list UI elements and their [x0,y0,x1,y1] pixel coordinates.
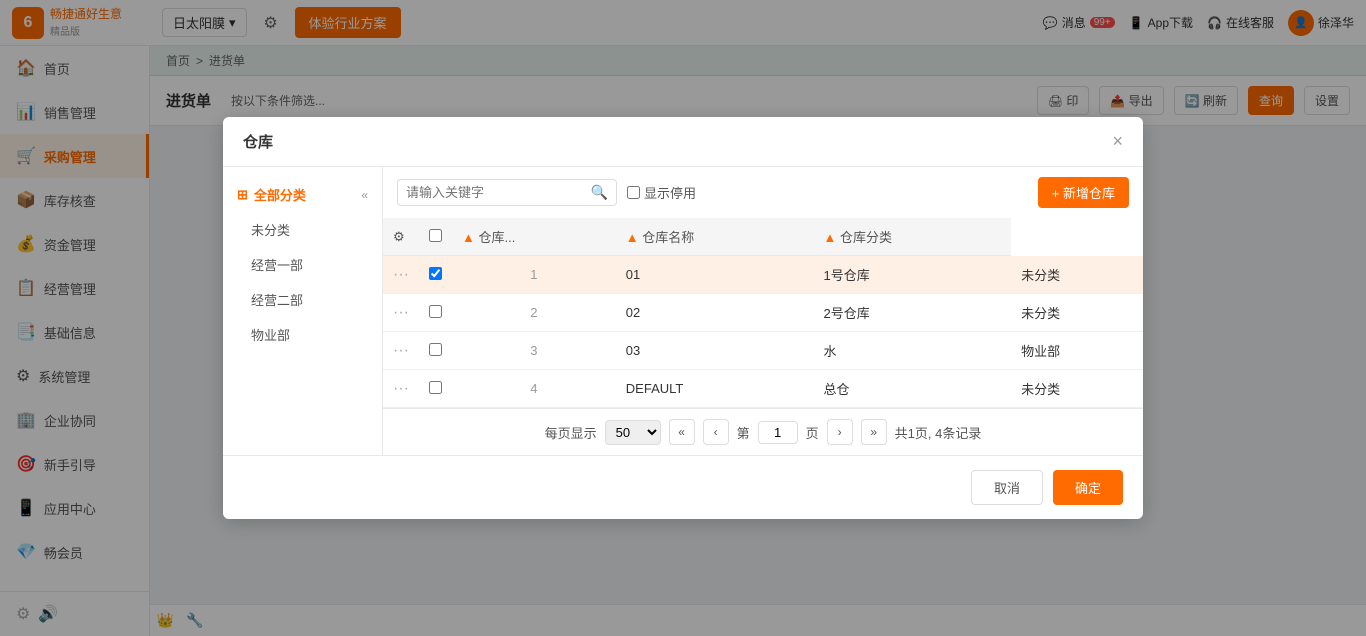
warehouse-modal: 仓库 × ⊞ 全部分类 « 未分类 经营一部 经营二部 物业部 [223,117,1143,519]
warehouse-table: ⚙ ▲ 仓库... ▲ 仓库名称 [383,218,1143,408]
row-num-3: 4 [452,370,616,408]
row-check-0 [419,256,452,294]
row-checkbox-0[interactable] [429,267,442,280]
more-icon-0[interactable]: ··· [393,266,409,283]
category-item-dept1[interactable]: 经营一部 [223,247,382,282]
add-warehouse-button[interactable]: + 新增仓库 [1038,177,1129,208]
category-header: ⊞ 全部分类 « [223,177,382,212]
more-icon-3[interactable]: ··· [393,380,409,397]
category-item-property[interactable]: 物业部 [223,317,382,352]
row-num-0: 1 [452,256,616,294]
row-checkbox-1[interactable] [429,305,442,318]
modal-overlay: 仓库 × ⊞ 全部分类 « 未分类 经营一部 经营二部 物业部 [0,0,1366,636]
row-category-0: 未分类 [1011,256,1143,294]
per-page-label: 每页显示 [545,423,597,442]
page-suffix: 页 [806,423,819,442]
row-checkbox-2[interactable] [429,343,442,356]
sort-icon-category: ▲ [823,230,836,245]
select-all-checkbox[interactable] [429,229,442,242]
category-all[interactable]: ⊞ 全部分类 [237,185,306,204]
modal-close-button[interactable]: × [1112,131,1123,152]
sort-icon-name: ▲ [626,230,639,245]
search-input[interactable] [406,185,591,200]
table-header-row: ⚙ ▲ 仓库... ▲ 仓库名称 [383,218,1143,256]
table-row[interactable]: ··· 1 01 1号仓库 未分类 [383,256,1143,294]
row-check-1 [419,294,452,332]
row-code-1: 02 [616,294,814,332]
search-icon[interactable]: 🔍 [591,184,608,201]
row-category-2: 物业部 [1011,332,1143,370]
row-check-2 [419,332,452,370]
show-disabled-label: 显示停用 [627,183,696,202]
col-header-name: ▲ 仓库名称 [616,218,814,256]
row-settings-0: ··· [383,256,419,294]
row-category-3: 未分类 [1011,370,1143,408]
table-scroll: ⚙ ▲ 仓库... ▲ 仓库名称 [383,218,1143,408]
category-all-icon: ⊞ [237,187,248,203]
modal-footer: 取消 确定 [223,455,1143,519]
table-toolbar: 🔍 显示停用 + 新增仓库 [383,167,1143,218]
prev-page-button[interactable]: ‹ [703,419,729,445]
row-code-0: 01 [616,256,814,294]
row-settings-1: ··· [383,294,419,332]
col-header-check [419,218,452,256]
row-name-2: 水 [813,332,1011,370]
table-panel: 🔍 显示停用 + 新增仓库 ⚙ [383,167,1143,455]
row-code-3: DEFAULT [616,370,814,408]
sort-icon-code: ▲ [462,230,475,245]
collapse-button[interactable]: « [361,188,368,202]
more-icon-2[interactable]: ··· [393,342,409,359]
search-box: 🔍 [397,179,617,206]
page-number-input[interactable] [758,421,798,444]
row-checkbox-3[interactable] [429,381,442,394]
confirm-button[interactable]: 确定 [1053,470,1123,505]
category-item-dept2[interactable]: 经营二部 [223,282,382,317]
row-code-2: 03 [616,332,814,370]
category-item-unclassified[interactable]: 未分类 [223,212,382,247]
row-check-3 [419,370,452,408]
next-page-button[interactable]: › [827,419,853,445]
row-settings-2: ··· [383,332,419,370]
total-info: 共1页, 4条记录 [895,423,982,442]
more-icon-1[interactable]: ··· [393,304,409,321]
show-disabled-checkbox[interactable] [627,186,640,199]
per-page-select[interactable]: 50 20 100 [605,420,661,445]
col-header-settings: ⚙ [383,218,419,256]
category-all-label: 全部分类 [254,185,306,204]
row-category-1: 未分类 [1011,294,1143,332]
show-disabled-text: 显示停用 [644,183,696,202]
modal-title: 仓库 [243,131,273,152]
row-name-3: 总仓 [813,370,1011,408]
last-page-button[interactable]: » [861,419,887,445]
table-row[interactable]: ··· 3 03 水 物业部 [383,332,1143,370]
row-num-1: 2 [452,294,616,332]
pagination: 每页显示 50 20 100 « ‹ 第 页 › » 共1页, 4条记录 [383,408,1143,455]
row-name-1: 2号仓库 [813,294,1011,332]
row-num-2: 3 [452,332,616,370]
row-name-0: 1号仓库 [813,256,1011,294]
page-label: 第 [737,423,750,442]
col-header-code: ▲ 仓库... [452,218,616,256]
row-settings-3: ··· [383,370,419,408]
modal-header: 仓库 × [223,117,1143,167]
table-row[interactable]: ··· 2 02 2号仓库 未分类 [383,294,1143,332]
table-row[interactable]: ··· 4 DEFAULT 总仓 未分类 [383,370,1143,408]
category-panel: ⊞ 全部分类 « 未分类 经营一部 经营二部 物业部 [223,167,383,455]
cancel-button[interactable]: 取消 [971,470,1043,505]
first-page-button[interactable]: « [669,419,695,445]
modal-body: ⊞ 全部分类 « 未分类 经营一部 经营二部 物业部 🔍 [223,167,1143,455]
col-header-category: ▲ 仓库分类 [813,218,1011,256]
